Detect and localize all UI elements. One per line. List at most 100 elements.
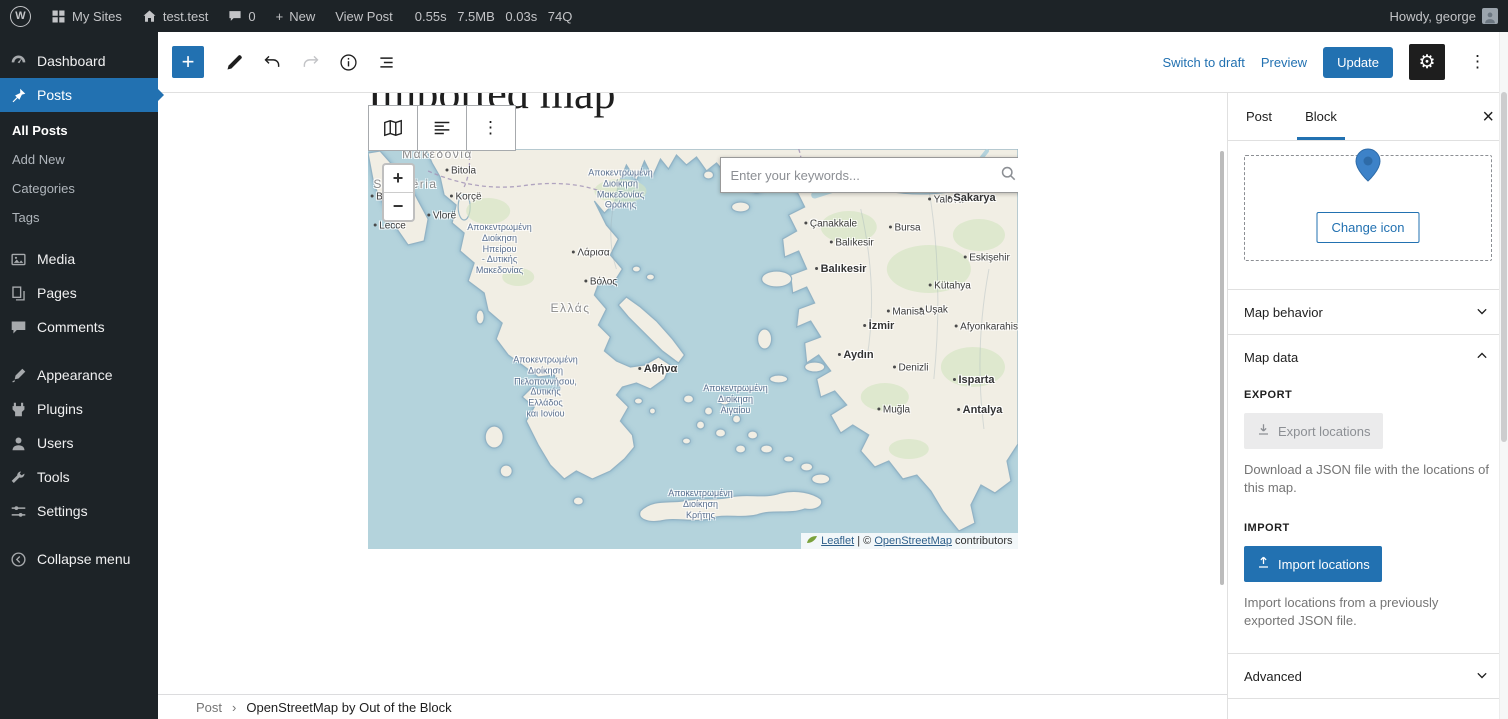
sidebar-item-comments[interactable]: Comments [0,310,158,344]
collapse-icon [8,549,28,569]
submenu-item-categories[interactable]: Categories [0,174,158,203]
undo-icon[interactable] [254,44,290,80]
settings-tabs: Post Block × [1228,93,1508,141]
chevron-down-icon [1472,665,1492,688]
block-options-kebab-icon[interactable]: ⋮ [466,106,515,151]
block-type-map-icon[interactable] [368,106,418,151]
comments-bubble-icon [228,9,242,23]
openstreetmap-link[interactable]: OpenStreetMap [874,535,952,547]
posts-submenu: All Posts Add New Categories Tags [0,112,158,242]
tab-post[interactable]: Post [1228,93,1290,140]
sidebar-item-plugins[interactable]: Plugins [0,392,158,426]
home-icon [142,9,157,24]
page-scrollbar[interactable] [1499,32,1508,719]
breadcrumb-current-block[interactable]: OpenStreetMap by Out of the Block [246,700,451,715]
change-alignment-icon[interactable] [417,106,467,151]
update-button[interactable]: Update [1323,46,1393,78]
panel-map-data: Map data EXPORT Export locations Downloa… [1228,335,1508,655]
comments-icon [8,317,28,337]
sidebar-item-appearance[interactable]: Appearance [0,358,158,392]
panel-map-behavior[interactable]: Map behavior [1228,290,1508,335]
pushpin-icon [8,85,28,105]
sidebar-item-collapse[interactable]: Collapse menu [0,542,158,576]
export-help-text: Download a JSON file with the locations … [1244,462,1489,495]
map-tiles [367,149,1018,550]
comments-menu[interactable]: 0 [218,0,265,32]
settings-sidebar: Post Block × Change icon Map behavior Ma [1227,93,1508,719]
export-locations-button[interactable]: Export locations [1244,413,1383,449]
import-locations-button[interactable]: Import locations [1244,546,1382,583]
map-block[interactable]: ⋮ Μακεδονία Bitola Korçë Lecce Vlorë Απο… [367,105,1018,550]
list-view-icon[interactable] [368,44,404,80]
dashboard-icon [8,51,28,71]
preview-link[interactable]: Preview [1261,55,1307,70]
map-search-box [719,157,1018,194]
tools-icon [8,467,28,487]
network-icon [51,9,66,24]
panel-advanced[interactable]: Advanced [1228,654,1508,700]
edit-mode-pencil-icon[interactable] [216,44,252,80]
breadcrumb-separator: › [232,699,237,715]
media-icon [8,249,28,269]
leaflet-link[interactable]: Leaflet [821,535,854,547]
avatar [1482,8,1498,24]
sidebar-item-dashboard[interactable]: Dashboard [0,44,158,78]
admin-menu: Dashboard Posts All Posts Add New Categories… [0,32,158,719]
block-inserter-button[interactable]: + [172,46,204,78]
users-icon [8,433,28,453]
pages-icon [8,283,28,303]
upload-icon [1256,555,1271,573]
chevron-up-icon [1472,346,1492,369]
block-toolbar: ⋮ [367,105,516,152]
zoom-control: + − [381,163,415,223]
settings-icon [8,501,28,521]
editor: + Switch to draft Preview Update ⚙ ⋮ map… [158,32,1508,719]
submenu-item-add-new[interactable]: Add New [0,145,158,174]
wordpress-icon: W [10,5,31,27]
sidebar-item-tools[interactable]: Tools [0,460,158,494]
view-post-link[interactable]: View Post [325,0,403,32]
map-attribution: Leaflet | © OpenStreetMap contributors [801,533,1018,550]
my-account-menu[interactable]: Howdy, george [1380,0,1508,32]
site-name-menu[interactable]: test.test [132,0,219,32]
editor-header: + Switch to draft Preview Update ⚙ ⋮ [158,32,1508,93]
leaflet-logo-icon [806,535,818,547]
my-sites-menu[interactable]: My Sites [41,0,132,32]
sidebar-item-users[interactable]: Users [0,426,158,460]
map-search-input[interactable] [728,166,994,184]
wordpress-menu[interactable]: W [0,0,41,32]
marker-icon-panel: Change icon [1228,141,1508,290]
marker-icon-preview: Change icon [1244,148,1492,261]
plugins-icon [8,399,28,419]
zoom-out-button[interactable]: − [383,192,413,220]
page-scrollbar-thumb[interactable] [1501,92,1507,442]
query-monitor-stats[interactable]: 0.55s 7.5MB 0.03s 74Q [403,0,585,32]
tab-block[interactable]: Block [1290,93,1352,140]
change-icon-button[interactable]: Change icon [1316,212,1420,243]
leaflet-map[interactable]: ΜακεδονίαBitolaShqipëriaKorçëBrindisiLec… [367,149,1018,550]
sidebar-item-settings[interactable]: Settings [0,494,158,528]
zoom-in-button[interactable]: + [384,165,413,192]
settings-gear-icon[interactable]: ⚙ [1409,44,1445,80]
plus-icon: + [275,8,284,24]
canvas-scrollbar[interactable] [1220,151,1224,585]
options-kebab-icon[interactable]: ⋮ [1461,48,1494,76]
search-icon[interactable] [1000,165,1017,185]
breadcrumb-post[interactable]: Post [196,700,222,715]
sidebar-item-posts[interactable]: Posts [0,78,158,112]
submenu-item-all-posts[interactable]: All Posts [0,116,158,145]
switch-to-draft-link[interactable]: Switch to draft [1162,55,1244,70]
panel-map-data-header[interactable]: Map data [1228,335,1508,379]
redo-icon[interactable] [292,44,328,80]
close-icon[interactable]: × [1482,107,1494,127]
import-help-text: Import locations from a previously expor… [1244,595,1439,628]
sidebar-item-media[interactable]: Media [0,242,158,276]
details-info-icon[interactable] [330,44,366,80]
marker-pin-icon [1355,148,1381,185]
breadcrumb: Post › OpenStreetMap by Out of the Block [158,694,1227,719]
sidebar-item-pages[interactable]: Pages [0,276,158,310]
chevron-down-icon [1472,301,1492,324]
editor-canvas[interactable]: Imported map ⋮ [158,93,1227,694]
new-content-menu[interactable]: + New [266,0,326,32]
submenu-item-tags[interactable]: Tags [0,203,158,232]
